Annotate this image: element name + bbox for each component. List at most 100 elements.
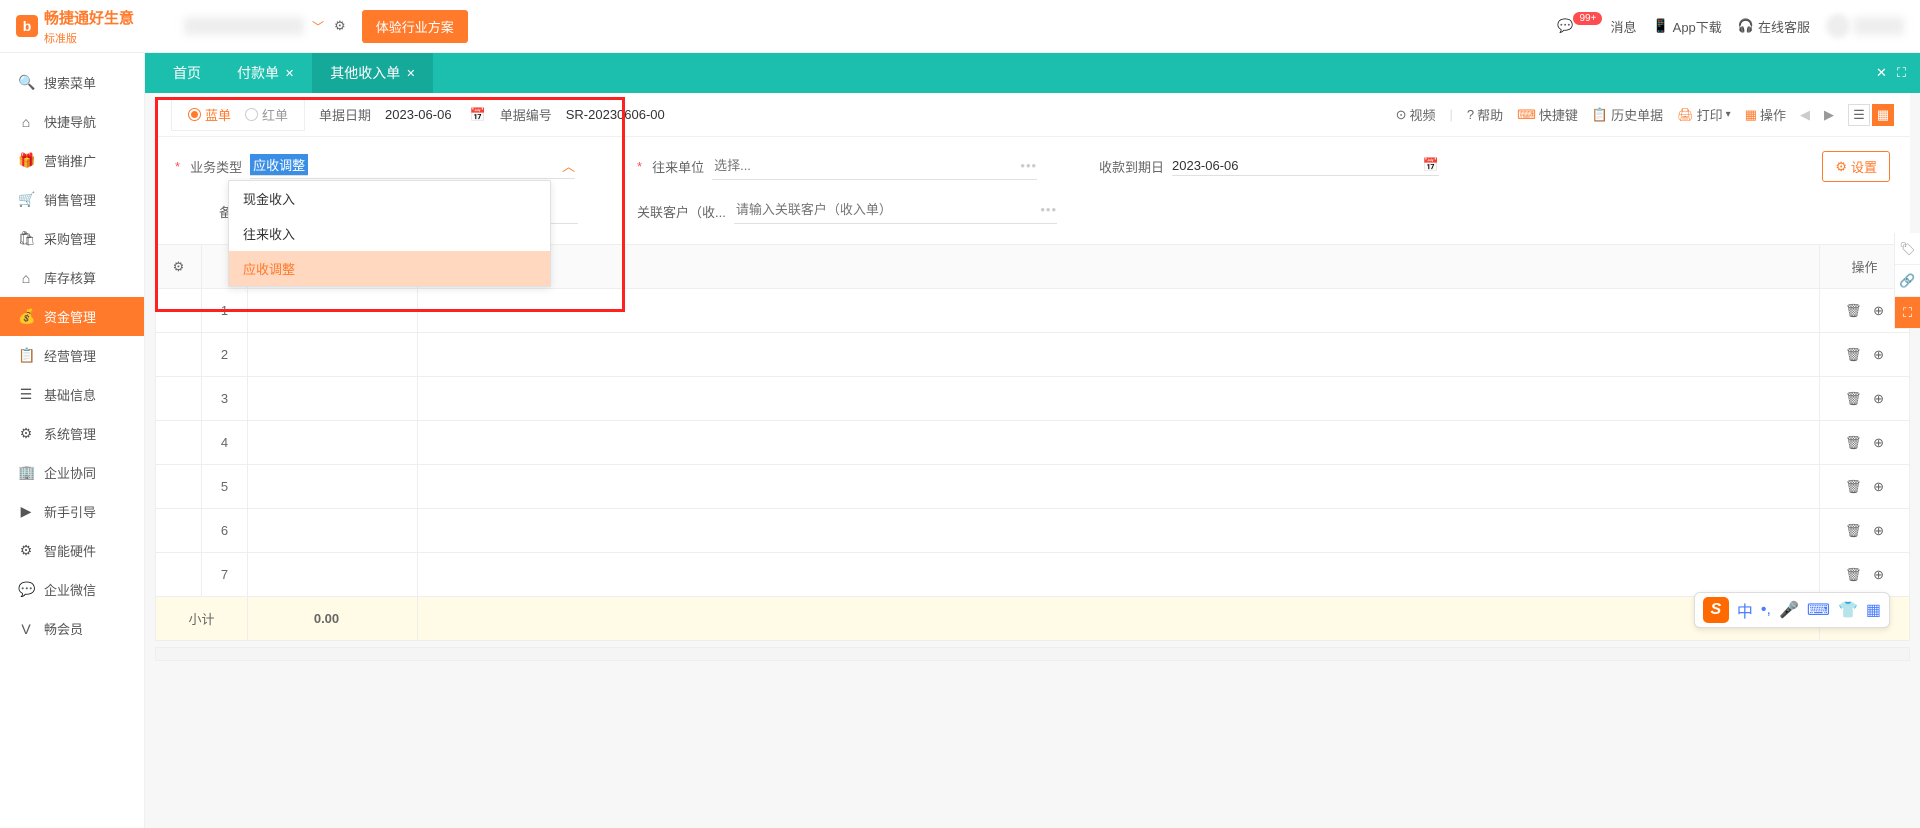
doc-date-value[interactable]: 2023-06-06: [385, 107, 452, 122]
sidebar-item-purchase[interactable]: 🛍采购管理: [0, 219, 144, 258]
details-table: ⚙ ▲▼**收 操作 1 🗑 ⊕ 2 🗑 ⊕ 3: [155, 244, 1910, 641]
horizontal-scrollbar[interactable]: [155, 647, 1910, 661]
next-icon[interactable]: ▶: [1824, 107, 1834, 123]
sidebar-item-shortcut-nav[interactable]: ⌂快捷导航: [0, 102, 144, 141]
ime-lang-icon[interactable]: 中: [1737, 598, 1753, 622]
history-icon: 📋: [1592, 107, 1608, 123]
gear-icon: ⚙: [1835, 159, 1847, 175]
copy-icon[interactable]: ⊕: [1873, 391, 1884, 406]
tabs-expand-icon[interactable]: ⛶: [1897, 65, 1906, 81]
calendar-icon[interactable]: 📅: [470, 107, 486, 123]
settings-button[interactable]: ⚙设置: [1822, 151, 1890, 182]
history-link[interactable]: 📋历史单据: [1592, 105, 1663, 124]
help-link[interactable]: ?帮助: [1467, 105, 1503, 124]
tab-home[interactable]: 首页: [155, 53, 219, 93]
org-selector[interactable]: ﹀: [184, 17, 324, 35]
table-row[interactable]: 4 🗑 ⊕: [156, 421, 1910, 465]
row-ops: 🗑 ⊕: [1820, 333, 1910, 377]
table-row[interactable]: 6 🗑 ⊕: [156, 509, 1910, 553]
delete-icon[interactable]: 🗑: [1845, 523, 1862, 538]
cta-button[interactable]: 体验行业方案: [362, 10, 468, 43]
sidebar-item-search[interactable]: 🔍搜索菜单: [0, 63, 144, 102]
close-icon[interactable]: ✕: [406, 67, 415, 80]
messages-link[interactable]: 💬 99+ 消息: [1557, 17, 1636, 36]
voucher-type-radio: 蓝单 红单: [171, 98, 305, 131]
delete-icon[interactable]: 🗑: [1845, 567, 1862, 582]
radio-red[interactable]: 红单: [245, 105, 288, 124]
user-avatar[interactable]: [1826, 14, 1904, 38]
dropdown-option[interactable]: 往来收入: [229, 216, 550, 251]
ime-keyboard-icon[interactable]: ⌨: [1807, 600, 1830, 620]
sidebar-item-inventory[interactable]: ⌂库存核算: [0, 258, 144, 297]
sidebar-item-guide[interactable]: ▶新手引导: [0, 492, 144, 531]
app-download-link[interactable]: 📱 App下载: [1652, 17, 1721, 36]
related-customer-label: 关联客户（收...: [637, 202, 726, 221]
dropdown-option-selected[interactable]: 应收调整: [229, 251, 550, 286]
tab-payment[interactable]: 付款单✕: [219, 53, 312, 93]
ime-skin-icon[interactable]: 👕: [1838, 600, 1858, 620]
counterparty-label: 往来单位: [652, 157, 704, 176]
online-service-link[interactable]: 🎧 在线客服: [1738, 17, 1810, 36]
more-icon[interactable]: •••: [1020, 158, 1037, 173]
due-date-input-wrap[interactable]: 2023-06-06 📅: [1172, 157, 1439, 176]
gear-icon[interactable]: ⚙: [334, 18, 346, 34]
print-link[interactable]: 🖨打印▾: [1677, 105, 1731, 124]
copy-icon[interactable]: ⊕: [1873, 567, 1884, 582]
sidebar-item-system[interactable]: ⚙系统管理: [0, 414, 144, 453]
view-list-button[interactable]: ☰: [1848, 104, 1870, 126]
sidebar-item-funds[interactable]: 💰资金管理: [0, 297, 144, 336]
dropdown-option[interactable]: 现金收入: [229, 181, 550, 216]
tag-icon[interactable]: 🏷: [1895, 233, 1920, 265]
main-content: 首页 付款单✕ 其他收入单✕ ✕ ⛶ 蓝单 红单 单据日期 2023-06-06…: [145, 53, 1920, 828]
tab-other-income[interactable]: 其他收入单✕: [312, 53, 433, 93]
ime-punct-icon[interactable]: •,: [1761, 601, 1771, 619]
shortcut-link[interactable]: ⌨快捷键: [1517, 105, 1578, 124]
ime-toolbar[interactable]: S 中 •, 🎤 ⌨ 👕 ▦: [1694, 592, 1890, 628]
delete-icon[interactable]: 🗑: [1845, 479, 1862, 494]
delete-icon[interactable]: 🗑: [1845, 347, 1862, 362]
related-customer-input[interactable]: [734, 198, 1014, 221]
table-settings-header[interactable]: ⚙: [156, 245, 202, 289]
copy-icon[interactable]: ⊕: [1873, 303, 1884, 318]
prev-icon[interactable]: ◀: [1800, 107, 1810, 123]
related-customer-input-wrap[interactable]: •••: [734, 198, 1057, 224]
delete-icon[interactable]: 🗑: [1845, 435, 1862, 450]
calendar-icon[interactable]: 📅: [1423, 157, 1439, 173]
copy-icon[interactable]: ⊕: [1873, 479, 1884, 494]
table-row[interactable]: 3 🗑 ⊕: [156, 377, 1910, 421]
expand-icon[interactable]: ⛶: [1895, 297, 1920, 329]
box-icon: ⌂: [18, 270, 34, 286]
table-row[interactable]: 2 🗑 ⊕: [156, 333, 1910, 377]
sidebar-item-basic-info[interactable]: ☰基础信息: [0, 375, 144, 414]
ops-link[interactable]: ▦操作: [1745, 105, 1786, 124]
copy-icon[interactable]: ⊕: [1873, 347, 1884, 362]
sidebar-item-sales[interactable]: 🛒销售管理: [0, 180, 144, 219]
view-grid-button[interactable]: ▦: [1872, 104, 1894, 126]
video-link[interactable]: ⊙视频: [1396, 105, 1436, 124]
table-row[interactable]: 7 🗑 ⊕: [156, 553, 1910, 597]
ime-grid-icon[interactable]: ▦: [1866, 600, 1881, 620]
link-icon[interactable]: 🔗: [1895, 265, 1920, 297]
radio-blue[interactable]: 蓝单: [188, 105, 231, 124]
more-icon[interactable]: •••: [1040, 202, 1057, 217]
sidebar-item-collab[interactable]: 🏢企业协同: [0, 453, 144, 492]
delete-icon[interactable]: 🗑: [1845, 303, 1862, 318]
counterparty-input[interactable]: [712, 154, 992, 177]
sidebar-item-member[interactable]: V畅会员: [0, 609, 144, 648]
copy-icon[interactable]: ⊕: [1873, 523, 1884, 538]
biz-type-dropdown: 现金收入 往来收入 应收调整: [228, 180, 551, 287]
tabs-close-icon[interactable]: ✕: [1876, 65, 1887, 81]
sidebar-item-business[interactable]: 📋经营管理: [0, 336, 144, 375]
sidebar-item-wechat[interactable]: 💬企业微信: [0, 570, 144, 609]
sidebar-item-hardware[interactable]: ⚙智能硬件: [0, 531, 144, 570]
sidebar-item-marketing[interactable]: 🎁营销推广: [0, 141, 144, 180]
copy-icon[interactable]: ⊕: [1873, 435, 1884, 450]
subtotal-label: 小计: [156, 597, 248, 641]
close-icon[interactable]: ✕: [285, 67, 294, 80]
table-row[interactable]: 5 🗑 ⊕: [156, 465, 1910, 509]
ime-mic-icon[interactable]: 🎤: [1779, 600, 1799, 620]
counterparty-select[interactable]: •••: [712, 154, 1037, 180]
table-row[interactable]: 1 🗑 ⊕: [156, 289, 1910, 333]
delete-icon[interactable]: 🗑: [1845, 391, 1862, 406]
biz-type-select[interactable]: 应收调整 ︿: [250, 154, 575, 179]
